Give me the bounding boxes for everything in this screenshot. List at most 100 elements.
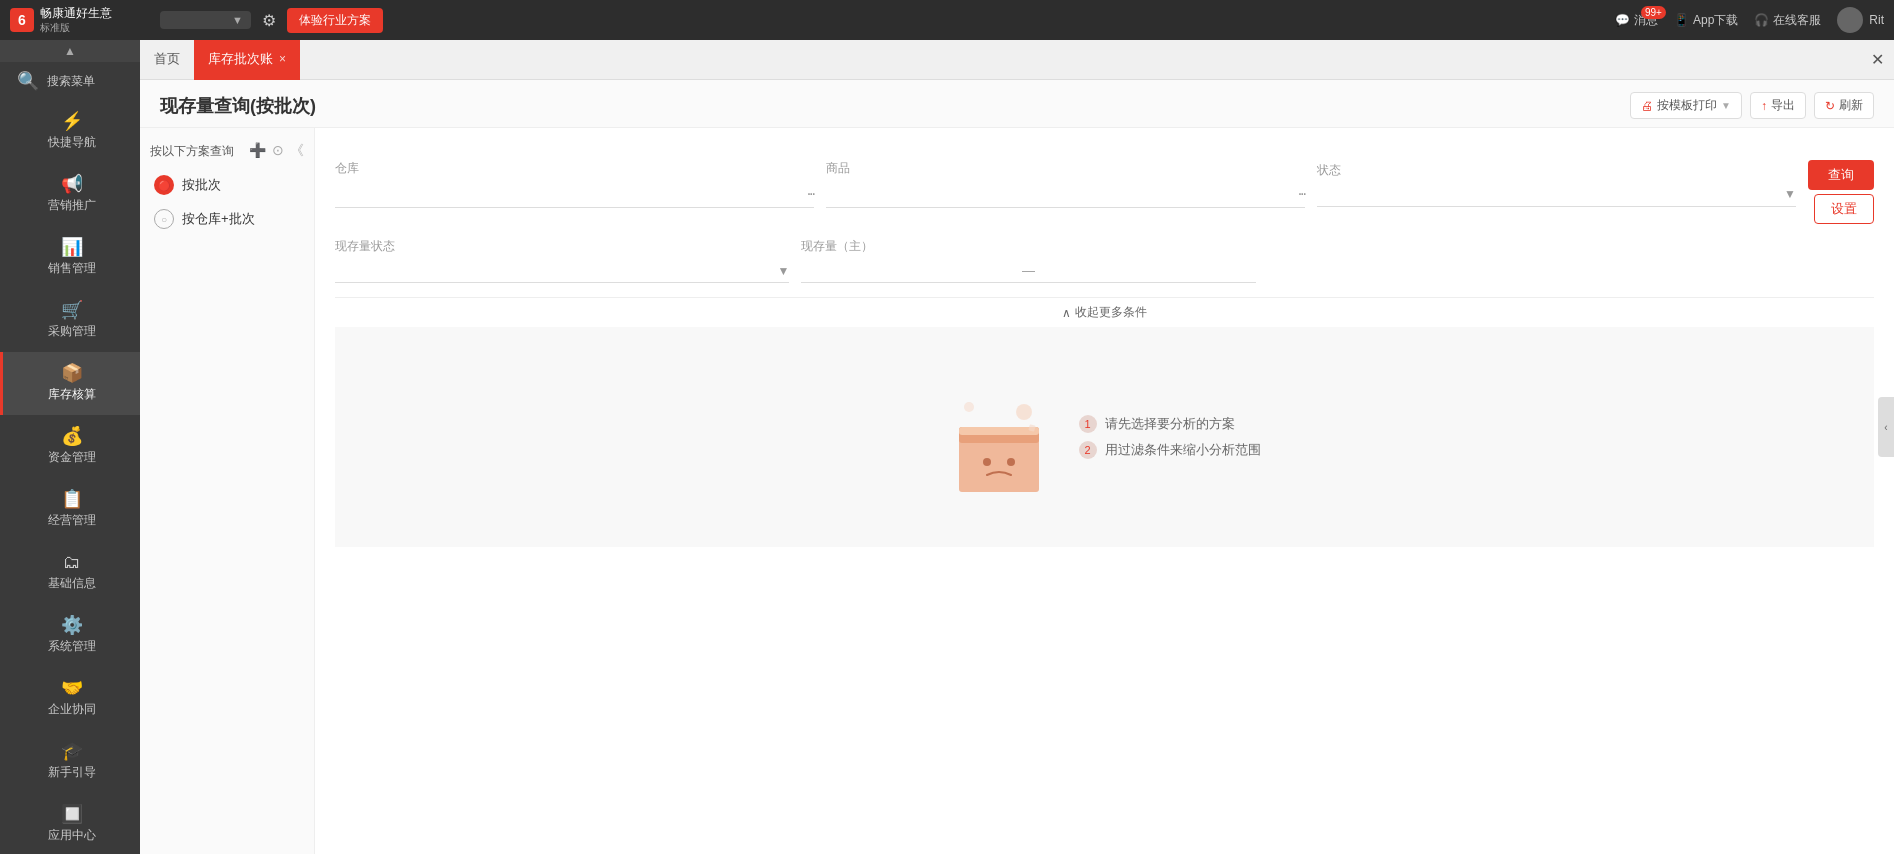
scheme-warehouse-batch[interactable]: ○ 按仓库+批次: [140, 202, 314, 236]
search-icon: 🔍: [17, 72, 39, 90]
tab-bar-close-button[interactable]: ✕: [1871, 50, 1894, 69]
stock-status-select[interactable]: ▼: [335, 259, 789, 283]
lightning-icon: ⚡: [61, 112, 83, 130]
chart-icon: 📊: [61, 238, 83, 256]
stock-qty-range: —: [801, 259, 1255, 283]
online-service-action[interactable]: 🎧 在线客服: [1754, 12, 1821, 29]
filter-main-area: 按以下方案查询 ➕ ⊙ 《 🔴 按批次 ○ 按仓库+批次: [140, 128, 1894, 854]
sidebar-item-marketing[interactable]: 📢 营销推广: [0, 163, 140, 226]
action-buttons: 查询 设置: [1808, 160, 1874, 224]
scheme-batch[interactable]: 🔴 按批次: [140, 168, 314, 202]
product-text-input[interactable]: [826, 187, 1294, 202]
scheme-settings-button[interactable]: ⊙: [272, 142, 284, 160]
logo-icon: 6: [10, 8, 34, 32]
export-button[interactable]: ↑ 导出: [1750, 92, 1806, 119]
sidebar-item-label: 销售管理: [48, 260, 96, 277]
sidebar-item-quicknav[interactable]: ⚡ 快捷导航: [0, 100, 140, 163]
print-button[interactable]: 🖨 按模板打印 ▼: [1630, 92, 1742, 119]
warehouse-more-button[interactable]: ···: [807, 185, 814, 203]
megaphone-icon: 📢: [61, 175, 83, 193]
chevron-down-icon[interactable]: ▼: [232, 14, 243, 26]
sidebar-item-label: 系统管理: [48, 638, 96, 655]
sidebar-item-purchase[interactable]: 🛒 采购管理: [0, 289, 140, 352]
tab-home[interactable]: 首页: [140, 40, 194, 80]
stock-status-label: 现存量状态: [335, 238, 789, 255]
logo-area: 6 畅康通好生意 标准版: [10, 6, 150, 35]
sidebar-item-system[interactable]: ⚙️ 系统管理: [0, 604, 140, 667]
page-content: 现存量查询(按批次) 🖨 按模板打印 ▼ ↑ 导出 ↻ 刷新: [140, 80, 1894, 854]
sidebar-item-appcenter[interactable]: 🔲 应用中心: [0, 793, 140, 854]
print-icon: 🖨: [1641, 99, 1653, 113]
tab-inventory-batch[interactable]: 库存批次账 ×: [194, 40, 300, 80]
filter-row-1: 仓库 ··· 商品 ···: [335, 144, 1874, 224]
sidebar-item-label: 新手引导: [48, 764, 96, 781]
filter-cell-status: 状态 ▼: [1317, 162, 1796, 207]
tab-inventory-batch-label: 库存批次账: [208, 50, 273, 68]
avatar: [1837, 7, 1863, 33]
refresh-button[interactable]: ↻ 刷新: [1814, 92, 1874, 119]
message-badge: 99+: [1641, 6, 1666, 19]
sidebar-item-label: 采购管理: [48, 323, 96, 340]
filter-row-2: 现存量状态 ▼ 现存量（主）: [335, 238, 1874, 283]
scroll-up-button[interactable]: ▲: [0, 40, 140, 62]
sidebar: ▲ 🔍 搜索菜单 ⚡ 快捷导航 📢 营销推广 📊 销售管理 🛒 采购管理 📦 库…: [0, 40, 140, 854]
gear-icon: ⚙️: [61, 616, 83, 634]
sidebar-item-inventory[interactable]: 📦 库存核算: [0, 352, 140, 415]
warehouse-input[interactable]: ···: [335, 181, 814, 208]
nav-settings-button[interactable]: ⚙: [255, 6, 283, 34]
product-more-button[interactable]: ···: [1298, 185, 1305, 203]
refresh-icon: ↻: [1825, 99, 1835, 113]
warehouse-text-input[interactable]: [335, 187, 803, 202]
header-actions: 🖨 按模板打印 ▼ ↑ 导出 ↻ 刷新: [1630, 92, 1874, 119]
sidebar-item-label: 搜索菜单: [47, 73, 95, 90]
empty-hints: 1 请先选择要分析的方案 2 用过滤条件来缩小分析范围: [1079, 415, 1261, 459]
add-scheme-button[interactable]: ➕: [249, 142, 266, 160]
filter-cell-product: 商品 ···: [826, 160, 1305, 208]
nav-input[interactable]: ▼: [160, 11, 251, 29]
product-input[interactable]: ···: [826, 181, 1305, 208]
right-panel-toggle[interactable]: ‹: [1878, 397, 1894, 457]
sidebar-item-label: 资金管理: [48, 449, 96, 466]
collapse-filter-button[interactable]: 《: [290, 142, 304, 160]
trial-button[interactable]: 体验行业方案: [287, 8, 383, 33]
product-label: 商品: [826, 160, 1305, 177]
setting-button[interactable]: 设置: [1814, 194, 1874, 224]
sidebar-item-enterprise[interactable]: 🤝 企业协同: [0, 667, 140, 730]
filter-cell-stock-qty: 现存量（主） —: [801, 238, 1255, 283]
page-title: 现存量查询(按批次): [160, 94, 316, 118]
stock-status-select-input[interactable]: [335, 263, 773, 278]
scheme-batch-icon: 🔴: [154, 175, 174, 195]
message-action[interactable]: 💬 消息 99+: [1615, 12, 1658, 29]
query-button[interactable]: 查询: [1808, 160, 1874, 190]
sidebar-item-label: 库存核算: [48, 386, 96, 403]
scheme-wh-batch-label: 按仓库+批次: [182, 210, 255, 228]
status-select[interactable]: ▼: [1317, 183, 1796, 207]
filter-panel-header: 按以下方案查询 ➕ ⊙ 《: [140, 138, 314, 168]
sidebar-item-sales[interactable]: 📊 销售管理: [0, 226, 140, 289]
grid-icon: 🔲: [61, 805, 83, 823]
top-header: 6 畅康通好生意 标准版 ▼ ⚙ 体验行业方案 💬 消息 99+ 📱 App下载…: [0, 0, 1894, 40]
filter-cell-stock-status: 现存量状态 ▼: [335, 238, 789, 283]
sidebar-item-label: 快捷导航: [48, 134, 96, 151]
right-actions: 💬 消息 99+ 📱 App下载 🎧 在线客服 Rit: [1615, 7, 1884, 33]
stock-qty-to-input[interactable]: [1043, 263, 1256, 278]
sidebar-item-operations[interactable]: 📋 经营管理: [0, 478, 140, 541]
sidebar-item-label: 经营管理: [48, 512, 96, 529]
tab-home-label: 首页: [154, 50, 180, 68]
empty-box-svg: [949, 387, 1049, 497]
clipboard-icon: 📋: [61, 490, 83, 508]
sidebar-item-finance[interactable]: 💰 资金管理: [0, 415, 140, 478]
filter-panel: 按以下方案查询 ➕ ⊙ 《 🔴 按批次 ○ 按仓库+批次: [140, 128, 315, 854]
page-header: 现存量查询(按批次) 🖨 按模板打印 ▼ ↑ 导出 ↻ 刷新: [140, 80, 1894, 128]
user-profile[interactable]: Rit: [1837, 7, 1884, 33]
app-download-action[interactable]: 📱 App下载: [1674, 12, 1738, 29]
app-download-icon: 📱: [1674, 13, 1689, 27]
sidebar-item-search[interactable]: 🔍 搜索菜单: [0, 62, 140, 100]
sidebar-item-basic[interactable]: 🗂 基础信息: [0, 541, 140, 604]
tab-close-button[interactable]: ×: [279, 52, 286, 66]
collapse-more-button[interactable]: ∧ 收起更多条件: [335, 297, 1874, 327]
status-select-input[interactable]: [1317, 187, 1780, 202]
sidebar-item-newguide[interactable]: 🎓 新手引导: [0, 730, 140, 793]
stock-qty-from-input[interactable]: [801, 263, 1014, 278]
filter-panel-icons: ➕ ⊙ 《: [249, 142, 304, 160]
